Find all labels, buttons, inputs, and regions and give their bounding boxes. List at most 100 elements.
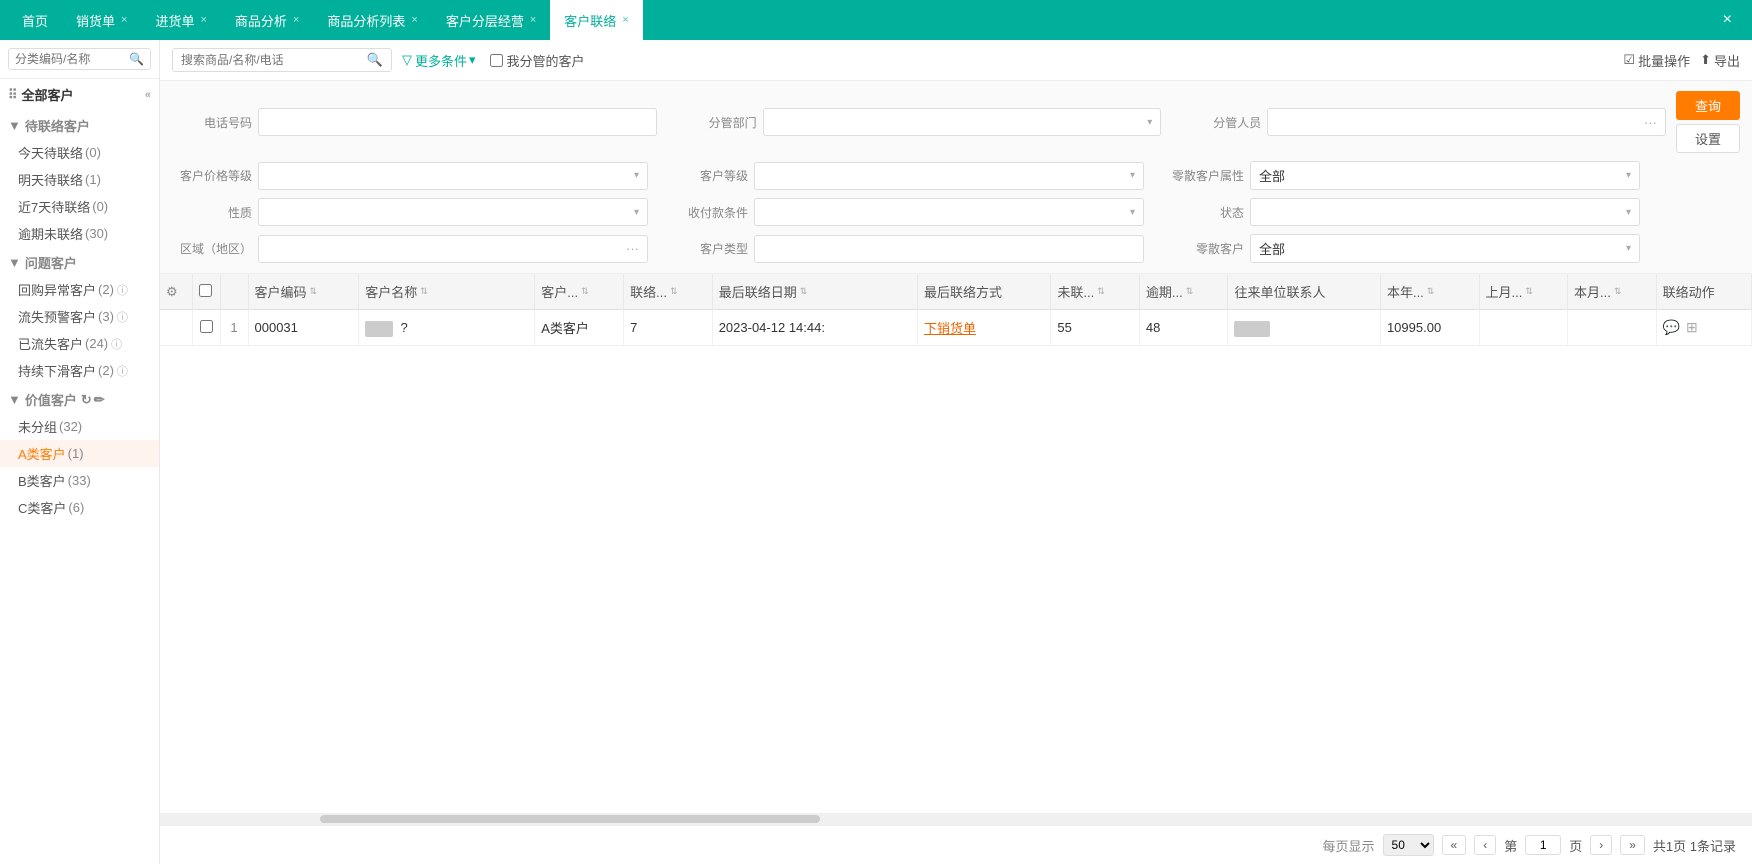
col-last-method: 最后联络方式 bbox=[917, 274, 1050, 310]
export-btn[interactable]: ⬆ 导出 bbox=[1700, 51, 1740, 70]
status-label: 状态 bbox=[1164, 204, 1244, 221]
filter-phone: 电话号码 bbox=[172, 108, 657, 136]
more-filters-btn[interactable]: ▽ 更多条件 ▾ bbox=[402, 51, 476, 70]
col-settings[interactable]: ⚙ bbox=[160, 274, 192, 310]
chat-icon[interactable]: 💬 bbox=[1663, 319, 1680, 336]
col-level[interactable]: 客户... ⇅ bbox=[535, 274, 624, 310]
nav-bar: 首页 销货单 × 进货单 × 商品分析 × 商品分析列表 × 客户分层经营 × … bbox=[0, 0, 1752, 40]
dept-label: 分管部门 bbox=[677, 114, 757, 131]
last-page-btn[interactable]: » bbox=[1620, 835, 1645, 855]
filter-search-box[interactable]: 🔍 bbox=[172, 48, 392, 72]
payment-select[interactable]: ▾ bbox=[754, 198, 1144, 226]
settings-icon[interactable]: ⚙ bbox=[166, 284, 178, 299]
value-customers-category[interactable]: ▼ 价值客户 ↻ ✏ bbox=[0, 384, 159, 413]
overdue-pending[interactable]: 逾期未联络 (30) bbox=[0, 220, 159, 247]
qr-icon[interactable]: ⊞ bbox=[1686, 319, 1698, 336]
retail-attr-select[interactable]: 全部 ▾ bbox=[1250, 161, 1640, 190]
col-last-month[interactable]: 上月... ⇅ bbox=[1479, 274, 1568, 310]
nav-sales[interactable]: 销货单 × bbox=[62, 0, 141, 40]
customer-type-input[interactable] bbox=[754, 235, 1144, 263]
sidebar-collapse-btn[interactable]: « bbox=[145, 89, 151, 101]
my-customer-check[interactable] bbox=[490, 54, 503, 67]
sort-overdue: ⇅ bbox=[1186, 286, 1194, 297]
col-this-month[interactable]: 本月... ⇅ bbox=[1568, 274, 1657, 310]
horizontal-scrollbar[interactable] bbox=[160, 813, 1752, 825]
per-page-select[interactable]: 50 100 200 bbox=[1383, 834, 1434, 856]
col-last-date[interactable]: 最后联络日期 ⇅ bbox=[712, 274, 917, 310]
col-name[interactable]: 客户名称 ⇅ bbox=[359, 274, 535, 310]
price-level-select[interactable]: ▾ bbox=[258, 162, 648, 190]
close-window-btn[interactable]: × bbox=[1711, 11, 1744, 29]
nav-product-list[interactable]: 商品分析列表 × bbox=[313, 0, 431, 40]
query-button[interactable]: 查询 bbox=[1676, 91, 1740, 120]
close-pl-tab[interactable]: × bbox=[411, 14, 417, 26]
close-sales-tab[interactable]: × bbox=[121, 14, 127, 26]
tomorrow-pending[interactable]: 明天待联络 (1) bbox=[0, 166, 159, 193]
declining[interactable]: 持续下滑客户 (2) ⓘ bbox=[0, 357, 159, 384]
my-customer-checkbox[interactable]: 我分管的客户 bbox=[490, 51, 585, 70]
per-page-label: 每页显示 bbox=[1323, 836, 1375, 855]
b-class[interactable]: B类客户 (33) bbox=[0, 467, 159, 494]
sort-name: ⇅ bbox=[420, 286, 428, 297]
edit-icon[interactable]: ✏ bbox=[94, 392, 105, 408]
c-class[interactable]: C类客户 (6) bbox=[0, 494, 159, 521]
value-arrow: ▼ bbox=[8, 392, 21, 407]
pending-contact-category[interactable]: ▼ 待联络客户 bbox=[0, 110, 159, 139]
churn-warning[interactable]: 流失预警客户 (3) ⓘ bbox=[0, 303, 159, 330]
problem-customers-category[interactable]: ▼ 问题客户 bbox=[0, 247, 159, 276]
nature-select[interactable]: ▾ bbox=[258, 198, 648, 226]
close-cc-tab[interactable]: × bbox=[622, 14, 628, 26]
dept-select[interactable]: ▾ bbox=[763, 108, 1162, 136]
row-last-date-cell: 2023-04-12 14:44: bbox=[712, 310, 917, 346]
col-this-year[interactable]: 本年... ⇅ bbox=[1380, 274, 1479, 310]
close-purchase-tab[interactable]: × bbox=[200, 14, 206, 26]
nav-customer-contact[interactable]: 客户联络 × bbox=[550, 0, 642, 40]
scrollbar-thumb[interactable] bbox=[320, 815, 820, 823]
refresh-icon[interactable]: ↻ bbox=[81, 392, 92, 408]
retail-select[interactable]: 全部 ▾ bbox=[1250, 234, 1640, 263]
col-code[interactable]: 客户编码 ⇅ bbox=[248, 274, 359, 310]
phone-input[interactable] bbox=[258, 108, 657, 136]
today-pending[interactable]: 今天待联络 (0) bbox=[0, 139, 159, 166]
last-method-link[interactable]: 下销货单 bbox=[924, 321, 976, 336]
nav-customer-segment[interactable]: 客户分层经营 × bbox=[432, 0, 550, 40]
page-input[interactable] bbox=[1525, 835, 1561, 855]
manager-input[interactable]: ··· bbox=[1267, 108, 1666, 136]
nav-home[interactable]: 首页 bbox=[8, 0, 62, 40]
row-checkbox[interactable] bbox=[200, 320, 213, 333]
col-overdue[interactable]: 逾期... ⇅ bbox=[1139, 274, 1228, 310]
col-not-contact[interactable]: 未联... ⇅ bbox=[1051, 274, 1140, 310]
row-unit-contact-cell: ██ bbox=[1228, 310, 1381, 346]
a-class[interactable]: A类客户 (1) bbox=[0, 440, 159, 467]
info-icon-0: ⓘ bbox=[117, 282, 128, 298]
customer-level-select[interactable]: ▾ bbox=[754, 162, 1144, 190]
page-label: 第 bbox=[1504, 836, 1517, 855]
customer-type-label: 客户类型 bbox=[668, 240, 748, 257]
setting-button[interactable]: 设置 bbox=[1676, 124, 1740, 153]
status-select[interactable]: ▾ bbox=[1250, 198, 1640, 226]
row-num-cell: 1 bbox=[220, 310, 248, 346]
close-cs-tab[interactable]: × bbox=[530, 14, 536, 26]
next-page-btn[interactable]: › bbox=[1590, 835, 1612, 855]
prev-page-btn[interactable]: ‹ bbox=[1474, 835, 1496, 855]
filter-row-4: 区域（地区） ··· 客户类型 零散客户 全部 ▾ bbox=[172, 234, 1740, 263]
page-end-label: 页 bbox=[1569, 836, 1582, 855]
churned[interactable]: 已流失客户 (24) ⓘ bbox=[0, 330, 159, 357]
close-pa-tab[interactable]: × bbox=[293, 14, 299, 26]
region-input[interactable]: ··· bbox=[258, 235, 648, 263]
status-arrow: ▾ bbox=[1626, 207, 1631, 218]
sort-code: ⇅ bbox=[310, 286, 318, 297]
all-customers-header[interactable]: ⠿ 全部客户 « bbox=[0, 79, 159, 110]
filter-search-input[interactable] bbox=[181, 53, 363, 67]
first-page-btn[interactable]: « bbox=[1442, 835, 1467, 855]
row-checkbox-cell[interactable] bbox=[192, 310, 220, 346]
nav-purchase[interactable]: 进货单 × bbox=[141, 0, 220, 40]
row-last-method-cell[interactable]: 下销货单 bbox=[917, 310, 1050, 346]
repurchase-abnormal[interactable]: 回购异常客户 (2) ⓘ bbox=[0, 276, 159, 303]
week-pending[interactable]: 近7天待联络 (0) bbox=[0, 193, 159, 220]
col-contact[interactable]: 联络... ⇅ bbox=[624, 274, 713, 310]
ungroup[interactable]: 未分组 (32) bbox=[0, 413, 159, 440]
batch-op-btn[interactable]: ☑ 批量操作 bbox=[1623, 51, 1690, 70]
select-all-checkbox[interactable] bbox=[199, 284, 212, 297]
nav-product-analysis[interactable]: 商品分析 × bbox=[221, 0, 313, 40]
